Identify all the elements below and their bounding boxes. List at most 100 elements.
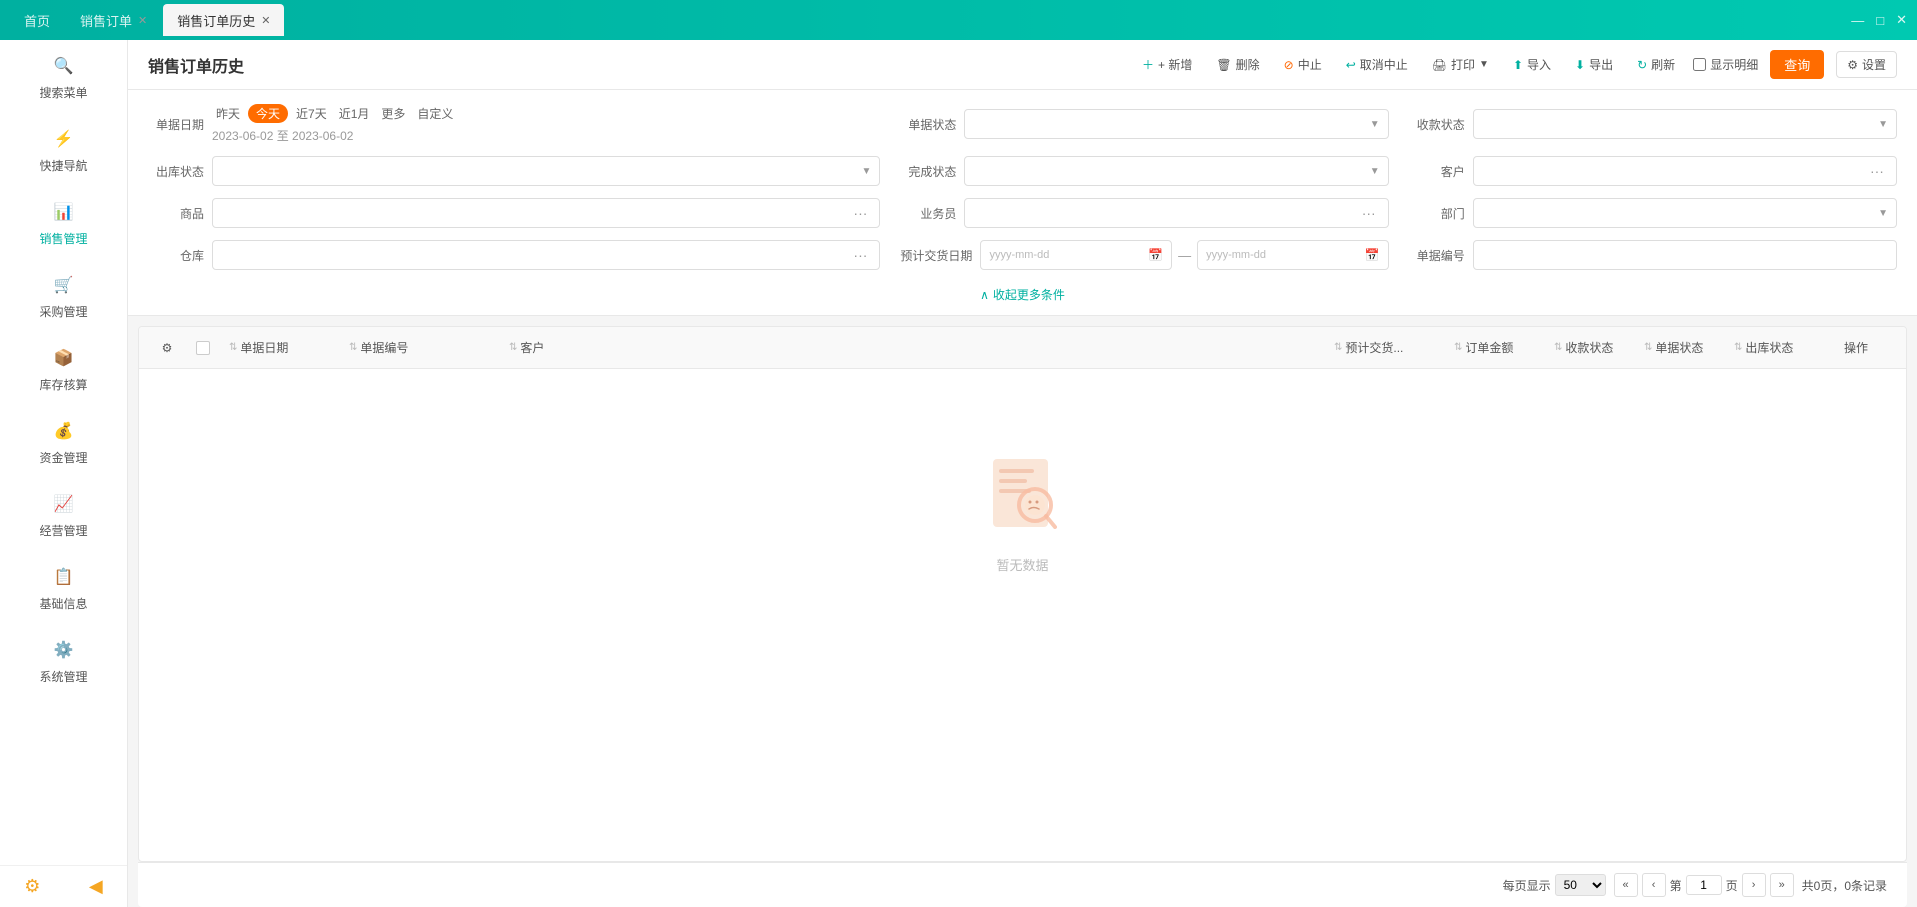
display-toggle-checkbox[interactable] [1693,58,1706,71]
settings-button[interactable]: ⚙ 设置 [1836,51,1897,78]
collapse-arrow-icon: ∧ [980,288,989,302]
new-button[interactable]: ＋ + 新增 [1136,53,1198,76]
sort-date-icon[interactable]: ⇅ [229,342,237,353]
tab-sales-order[interactable]: 销售订单 ✕ [66,4,161,36]
last-page-btn[interactable]: » [1770,873,1794,897]
select-all-checkbox[interactable] [196,341,210,355]
customer-ellipsis-icon[interactable]: ··· [1866,163,1888,179]
minimize-btn[interactable]: — [1851,13,1864,28]
refresh-button[interactable]: ↻ 刷新 [1631,53,1681,76]
date-range-value: 2023-06-02 至 2023-06-02 [212,127,457,144]
sidebar-settings-icon[interactable]: ⚙ [24,876,40,897]
customer-input[interactable]: ··· [1473,156,1897,186]
goods-ellipsis-icon[interactable]: ··· [849,205,871,221]
page-size-label: 每页显示 [1503,877,1551,894]
sidebar-item-sales-mgmt[interactable]: 📊 销售管理 [0,186,127,259]
warehouse-input[interactable]: ··· [212,240,880,270]
order-status-control: ▼ [964,109,1388,139]
page-prefix: 第 [1670,877,1682,894]
tab-sales-order-close[interactable]: ✕ [138,14,147,27]
page-size-dropdown[interactable]: 50 10 20 100 [1555,874,1606,896]
shortcut-today[interactable]: 今天 [248,104,288,123]
empty-text-label: 暂无数据 [996,555,1048,574]
sidebar-item-purchase-mgmt[interactable]: 🛒 采购管理 [0,259,127,332]
order-no-input[interactable] [1473,240,1897,270]
maximize-btn[interactable]: □ [1876,13,1884,28]
inventory-icon: 📦 [50,344,78,372]
first-page-btn[interactable]: « [1614,873,1638,897]
dept-label: 部门 [1409,205,1465,222]
page-input[interactable] [1686,875,1722,895]
calendar-end-icon: 📅 [1365,248,1380,262]
th-ship-status: ⇅ 出库状态 [1726,339,1816,356]
shortcut-custom[interactable]: 自定义 [413,104,457,123]
print-button[interactable]: 🖨 打印 ▼ [1426,53,1495,76]
shortcut-7days[interactable]: 近7天 [292,104,331,123]
sidebar-item-search-menu[interactable]: 🔍 搜索菜单 [0,40,127,113]
dept-select[interactable]: ▼ [1473,198,1897,228]
prev-page-btn[interactable]: ‹ [1642,873,1666,897]
next-page-btn[interactable]: › [1742,873,1766,897]
sidebar-item-operations-label: 经营管理 [39,522,87,539]
cancel-stop-button[interactable]: ↩ 取消中止 [1340,53,1414,76]
tab-sales-order-history-close[interactable]: ✕ [261,14,270,27]
stop-button[interactable]: ⊘ 中止 [1278,53,1328,76]
sort-receipt-icon[interactable]: ⇅ [1554,342,1562,353]
finance-icon: 💰 [50,417,78,445]
delete-button[interactable]: 🗑 删除 [1210,53,1265,76]
display-toggle-container: 显示明细 [1693,56,1758,73]
sidebar-item-sales-mgmt-label: 销售管理 [39,230,87,247]
th-gear[interactable]: ⚙ [149,341,185,355]
close-btn[interactable]: ✕ [1896,12,1907,28]
page-suffix: 页 [1726,877,1738,894]
order-status-select[interactable]: ▼ [964,109,1388,139]
display-toggle-label: 显示明细 [1710,56,1758,73]
receipt-status-select[interactable]: ▼ [1473,109,1897,139]
dept-control: ▼ [1473,198,1897,228]
sort-customer-icon[interactable]: ⇅ [509,342,517,353]
salesperson-control: ··· [964,198,1388,228]
sidebar-item-basic-info[interactable]: 📋 基础信息 [0,551,127,624]
sidebar-item-finance-label: 资金管理 [39,449,87,466]
shortcut-1month[interactable]: 近1月 [335,104,374,123]
customer-control: ··· [1473,156,1897,186]
export-button[interactable]: ⬇ 导出 [1569,53,1619,76]
sidebar-item-inventory[interactable]: 📦 库存核算 [0,332,127,405]
sidebar-item-quick-nav[interactable]: ⚡ 快捷导航 [0,113,127,186]
sort-no-icon[interactable]: ⇅ [349,342,357,353]
salesperson-input[interactable]: ··· [964,198,1388,228]
sort-ship-icon[interactable]: ⇅ [1734,342,1742,353]
sidebar-item-finance[interactable]: 💰 资金管理 [0,405,127,478]
date-control: 昨天 今天 近7天 近1月 更多 自定义 2023-06-02 至 2023-0… [212,104,880,144]
print-icon: 🖨 [1432,58,1447,72]
sidebar-item-system[interactable]: ⚙️ 系统管理 [0,624,127,697]
tab-sales-order-label: 销售订单 [80,11,132,30]
complete-status-select[interactable]: ▼ [964,156,1388,186]
shortcut-more[interactable]: 更多 [377,104,409,123]
goods-input[interactable]: ··· [212,198,880,228]
delivery-date-start-input[interactable]: yyyy-mm-dd 📅 [980,240,1172,270]
import-button[interactable]: ⬆ 导入 [1507,53,1557,76]
page-title: 销售订单历史 [148,53,244,77]
tab-sales-order-history[interactable]: 销售订单历史 ✕ [163,4,284,36]
ship-status-select[interactable]: ▼ [212,156,880,186]
sidebar: 🔍 搜索菜单 ⚡ 快捷导航 📊 销售管理 🛒 采购管理 📦 库存核算 💰 资金管… [0,40,128,907]
query-button[interactable]: 查询 [1770,50,1824,79]
purchase-mgmt-icon: 🛒 [50,271,78,299]
sidebar-item-operations[interactable]: 📈 经营管理 [0,478,127,551]
sort-amount-icon[interactable]: ⇅ [1454,342,1462,353]
complete-status-label: 完成状态 [900,163,956,180]
sort-order-icon[interactable]: ⇅ [1644,342,1652,353]
tab-home[interactable]: 首页 [10,4,64,36]
th-check[interactable] [185,341,221,355]
sidebar-item-purchase-mgmt-label: 采购管理 [39,303,87,320]
sort-delivery-icon[interactable]: ⇅ [1334,342,1342,353]
salesperson-ellipsis-icon[interactable]: ··· [1358,205,1380,221]
collapse-bar[interactable]: ∧ 收起更多条件 [148,282,1897,307]
shortcut-yesterday[interactable]: 昨天 [212,104,244,123]
delivery-date-end-input[interactable]: yyyy-mm-dd 📅 [1197,240,1389,270]
warehouse-ellipsis-icon[interactable]: ··· [849,247,871,263]
date-shortcuts: 昨天 今天 近7天 近1月 更多 自定义 [212,104,457,123]
sidebar-collapse-icon[interactable]: ◀ [89,876,103,897]
filter-order-no: 单据编号 [1409,240,1897,270]
